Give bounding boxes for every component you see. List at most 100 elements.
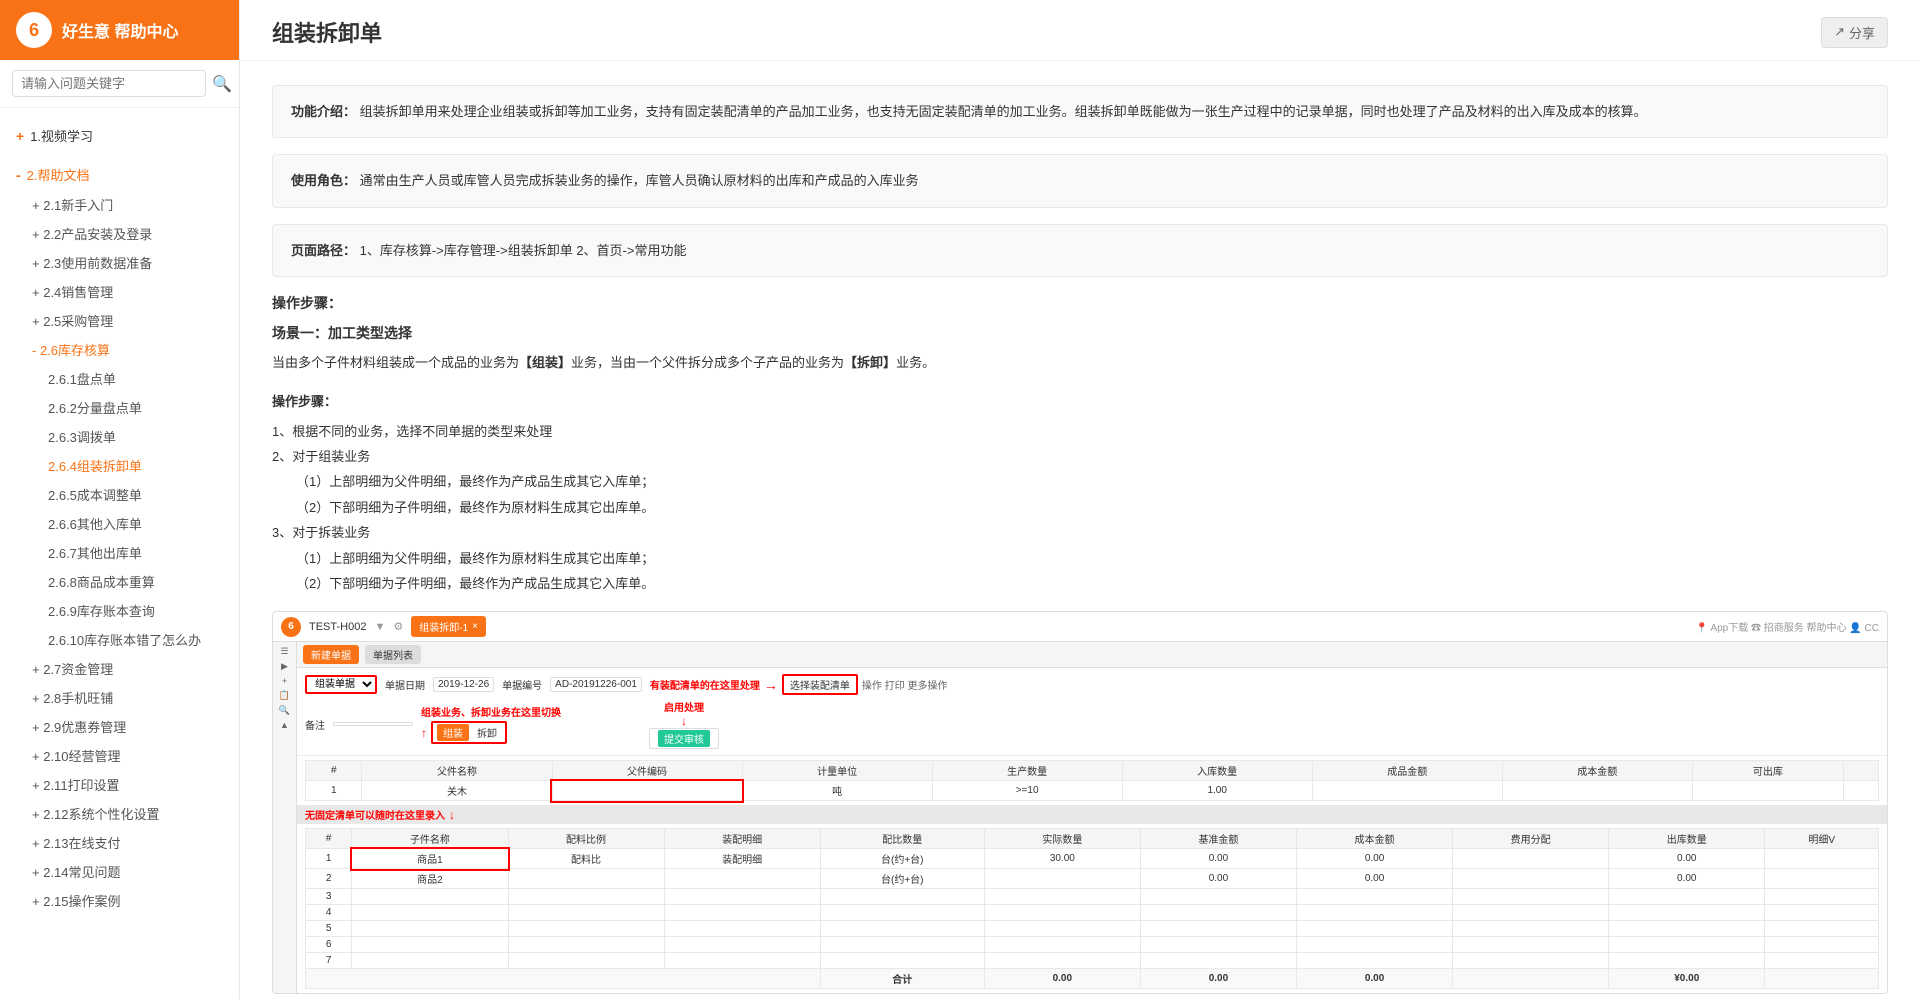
annotation-area-2: 组装业务、拆卸业务在这里切换 ↑ 组装 拆卸	[421, 704, 561, 744]
cell-footer-empty2	[1453, 969, 1609, 989]
expand-icon-operation: +	[32, 749, 43, 764]
app-logo: 6	[16, 12, 52, 48]
ss-assembly-btn: 组装	[437, 724, 469, 741]
sidebar-item-personalize[interactable]: + 2.12系统个性化设置	[0, 799, 239, 828]
annotation-arrow-down: ↓	[681, 714, 687, 728]
sidebar-item-video[interactable]: + 1.视频学习	[0, 120, 239, 151]
cell-produce-qty: >=10	[932, 781, 1122, 801]
sidebar-item-faq[interactable]: + 2.14常见问题	[0, 857, 239, 886]
ss-date-label: 单据日期	[385, 677, 425, 692]
col-ratio-qty: 配比数量	[820, 829, 984, 849]
role-box: 使用角色： 通常由生产人员或库管人员完成拆装业务的操作，库管人员确认原材料的出库…	[272, 154, 1888, 207]
ss-lower-table-head: # 子件名称 配料比例 装配明细 配比数量 实际数量 基准金额 成本金额 费用分	[306, 829, 1879, 849]
ss-action-btns: 操作 打印 更多操作	[862, 677, 948, 692]
sidebar-header: 6 好生意 帮助中心	[0, 0, 239, 60]
col-base-amt: 基准金额	[1140, 829, 1296, 849]
cell-out-qty2: 0.00	[1609, 869, 1765, 889]
sidebar-item-inventory[interactable]: - 2.6库存核算	[0, 335, 239, 364]
ss-close-icon: ×	[472, 621, 478, 632]
sidebar-item-other-in[interactable]: 2.6.6其他入库单	[0, 509, 239, 538]
cell-num3: 2	[306, 869, 352, 889]
sidebar-item-purchase[interactable]: + 2.5采购管理	[0, 306, 239, 335]
sidebar-item-predata[interactable]: + 2.3使用前数据准备	[0, 248, 239, 277]
expand-icon-online-pay: +	[32, 836, 43, 851]
col-detail: 装配明细	[664, 829, 820, 849]
col-fee-alloc: 费用分配	[1453, 829, 1609, 849]
annotation-text-4: 无固定清单可以随时在这里录入	[305, 807, 445, 822]
sidebar: 6 好生意 帮助中心 🔍 + 1.视频学习 - 2.帮助文档 + 2.1新手入门	[0, 0, 240, 999]
annotation-area-3: 启用处理 ↓ 提交审核	[649, 699, 719, 749]
ss-toggle-row: ↑ 组装 拆卸	[421, 721, 507, 744]
col-child-name: 子件名称	[352, 829, 508, 849]
sidebar-item-transfer[interactable]: 2.6.3调拨单	[0, 422, 239, 451]
col-hash2: #	[306, 829, 352, 849]
cell-footer-total3: 0.00	[1297, 969, 1453, 989]
scenario1-title: 场景一：加工类型选择	[272, 323, 1888, 343]
sidebar-item-mobile[interactable]: + 2.8手机旺铺	[0, 683, 239, 712]
sidebar-item-stocktake[interactable]: 2.6.1盘点单	[0, 364, 239, 393]
annotation-arrow-1: →	[764, 677, 778, 693]
step-2-2: （2）下部明细为子件明细，最终作为原材料生成其它出库单。	[272, 496, 1888, 519]
search-input[interactable]	[12, 70, 206, 97]
col-produce-qty: 生产数量	[932, 761, 1122, 781]
sidebar-item-sales[interactable]: + 2.4销售管理	[0, 277, 239, 306]
cell-footer-total4: ¥0.00	[1609, 969, 1765, 989]
sidebar-item-print[interactable]: + 2.11打印设置	[0, 770, 239, 799]
annotation-text-2: 组装业务、拆卸业务在这里切换	[421, 704, 561, 719]
step-list: 1、根据不同的业务，选择不同单据的类型来处理 2、对于组装业务 （1）上部明细为…	[272, 420, 1888, 596]
col-hash: #	[306, 761, 362, 781]
cell-parent-name: 关木	[362, 781, 552, 801]
ss-type-select[interactable]: 组装单据	[305, 675, 377, 694]
expand-icon-mobile: +	[32, 691, 43, 706]
function-intro-box: 功能介绍： 组装拆卸单用来处理企业组装或拆卸等加工业务，支持有固定装配清单的产品…	[272, 85, 1888, 138]
ss-left-icon-5: 🔍	[279, 705, 290, 716]
sidebar-item-other-out[interactable]: 2.6.7其他出库单	[0, 538, 239, 567]
sidebar-item-docs[interactable]: - 2.帮助文档	[0, 159, 239, 190]
sidebar-item-assembly[interactable]: 2.6.4组装拆卸单	[0, 451, 239, 480]
sidebar-item-install[interactable]: + 2.2产品安装及登录	[0, 219, 239, 248]
sidebar-item-partial-stocktake[interactable]: 2.6.2分量盘点单	[0, 393, 239, 422]
ss-left-icon-4: 📋	[279, 690, 290, 701]
share-button[interactable]: ↗ 分享	[1821, 17, 1888, 48]
search-icon[interactable]: 🔍	[212, 74, 232, 94]
sidebar-item-ledger-wrong[interactable]: 2.6.10库存账本错了怎么办	[0, 625, 239, 654]
expand-icon: +	[16, 128, 24, 144]
ss-upper-table-area: # 父件名称 父件编码 计量单位 生产数量 入库数量 成品金额 成本金额 可出库	[297, 756, 1887, 805]
col-action	[1844, 761, 1879, 781]
sidebar-item-online-pay[interactable]: + 2.13在线支付	[0, 828, 239, 857]
cell-footer-total-label: 合计	[820, 969, 984, 989]
table-row: 4	[306, 905, 1879, 921]
ss-form-header: 组装单据 单据日期 2019-12-26 单据编号 AD-20191226-00…	[297, 668, 1887, 756]
col-cost-amt2: 成本金额	[1297, 829, 1453, 849]
cell-num2: 1	[306, 849, 352, 869]
expand-icon-personalize: +	[32, 807, 43, 822]
table-row: 1 商品1 配料比 装配明细 台(约+台) 30.00 0.00 0.00	[306, 849, 1879, 869]
sidebar-item-cases[interactable]: + 2.15操作案例	[0, 886, 239, 915]
expand-icon-install: +	[32, 227, 43, 242]
ss-type-row: 组装单据 单据日期 2019-12-26 单据编号 AD-20191226-00…	[305, 674, 1879, 695]
screenshot-inner: 6 TEST-H002 ▼ ⚙ 组装拆卸-1 × 📍 App下载 ☎ 招商服务 …	[273, 612, 1887, 993]
ss-num-input: AD-20191226-001	[550, 677, 642, 692]
sidebar-item-coupon[interactable]: + 2.9优惠券管理	[0, 712, 239, 741]
col-out-qty: 出库数量	[1609, 829, 1765, 849]
ss-tabbar: 新建单据 单据列表	[297, 642, 1887, 668]
table-footer-row: 合计 0.00 0.00 0.00 ¥0.00	[306, 969, 1879, 989]
sidebar-item-newcomer[interactable]: + 2.1新手入门	[0, 190, 239, 219]
sidebar-item-operation[interactable]: + 2.10经营管理	[0, 741, 239, 770]
cell-actual-qty: 30.00	[984, 849, 1140, 869]
ss-num-label: 单据编号	[502, 677, 542, 692]
path-box: 页面路径： 1、库存核算->库存管理->组装拆卸单 2、首页->常用功能	[272, 224, 1888, 277]
ss-tab-label: 组装拆卸-1	[419, 619, 468, 634]
expand-icon-purchase: +	[32, 314, 43, 329]
sidebar-item-cost-reset[interactable]: 2.6.8商品成本重算	[0, 567, 239, 596]
step-2: 2、对于组装业务	[272, 445, 1888, 468]
sidebar-label-video: 1.视频学习	[30, 126, 93, 145]
ss-settings-icon: ⚙	[393, 620, 403, 633]
expand-icon-print: +	[32, 778, 43, 793]
sidebar-item-ledger-query[interactable]: 2.6.9库存账本查询	[0, 596, 239, 625]
cell-parent-code	[552, 781, 742, 801]
sidebar-item-finance[interactable]: + 2.7资金管理	[0, 654, 239, 683]
annotation-area-4: 无固定清单可以随时在这里录入 ↓	[297, 805, 1887, 824]
sidebar-item-cost-adjust[interactable]: 2.6.5成本调整单	[0, 480, 239, 509]
ss-enable-approve: 提交审核	[658, 730, 710, 747]
